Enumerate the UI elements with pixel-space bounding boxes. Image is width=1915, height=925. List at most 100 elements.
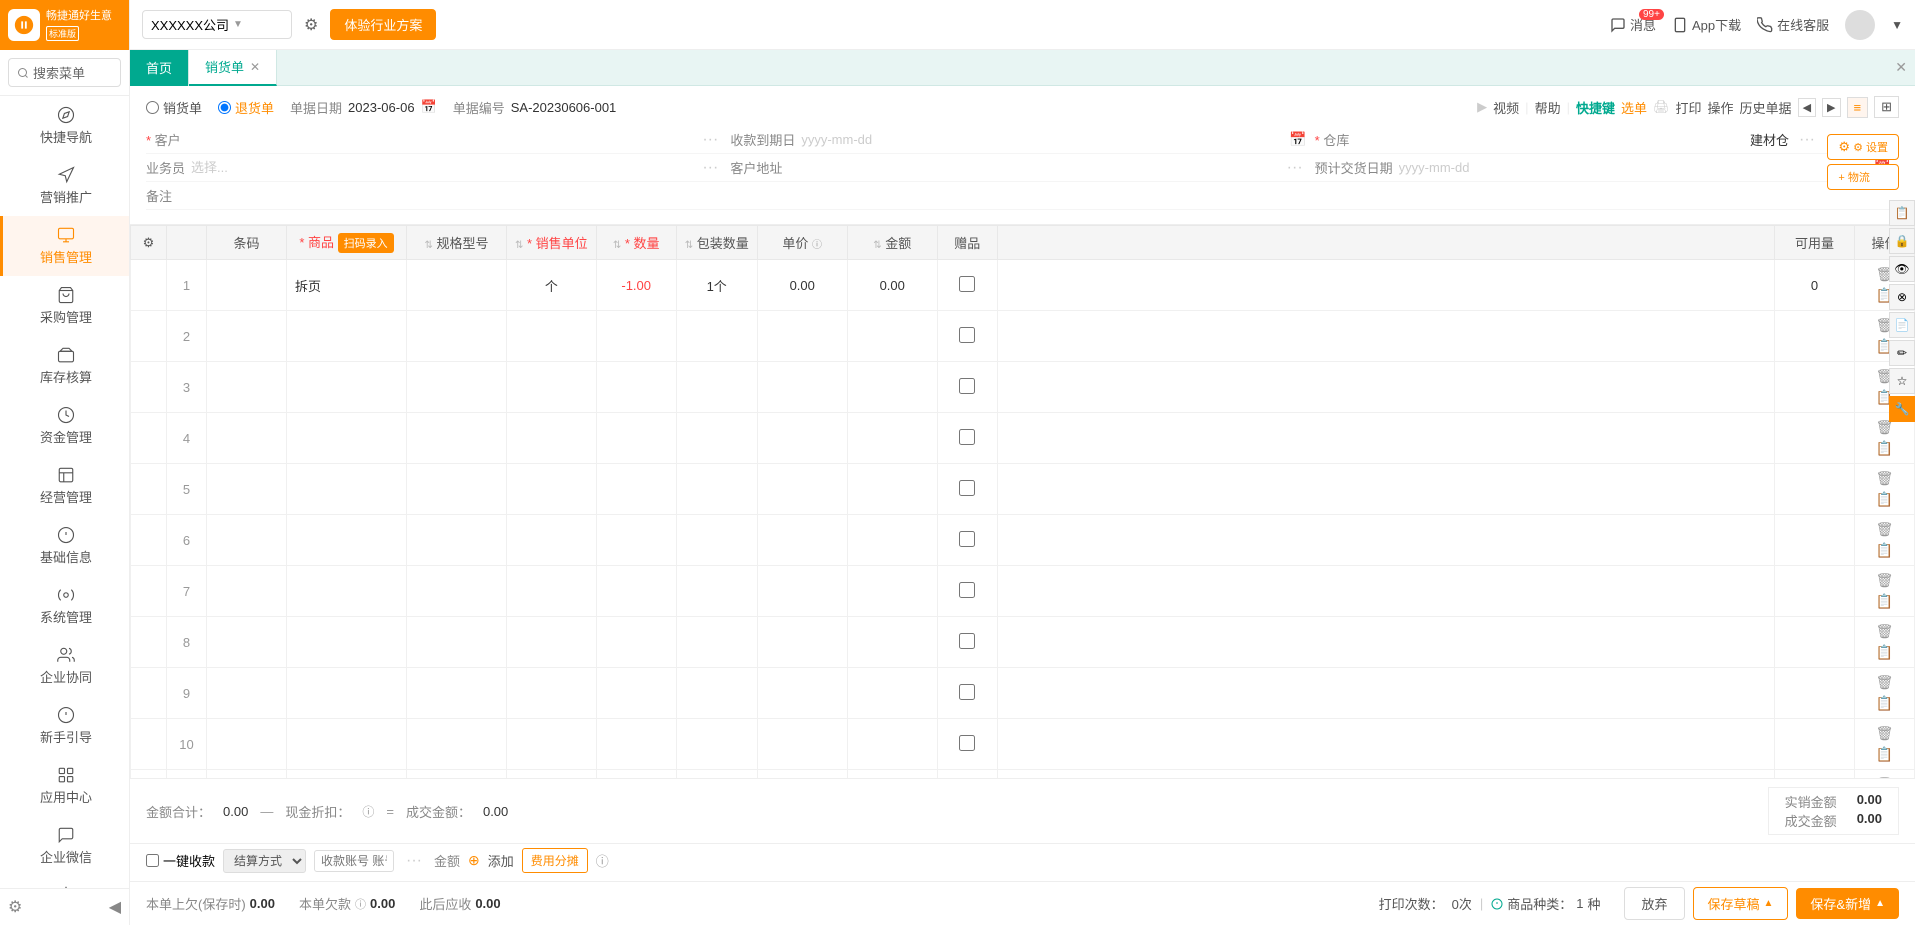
- row-goods-cell[interactable]: [287, 770, 407, 779]
- row-amount-cell[interactable]: 0.00: [847, 260, 937, 311]
- row-amount-cell[interactable]: [847, 311, 937, 362]
- sidebar-item-operations[interactable]: 经营管理: [0, 456, 129, 516]
- row-qty-cell[interactable]: [596, 362, 676, 413]
- sidebar-item-inventory[interactable]: 库存核算: [0, 336, 129, 396]
- row-unit-cell[interactable]: [507, 464, 597, 515]
- row-unit-cell[interactable]: [507, 413, 597, 464]
- salesperson-more-btn[interactable]: ···: [698, 159, 722, 177]
- abandon-btn[interactable]: 放弃: [1624, 887, 1684, 920]
- calendar-icon[interactable]: 📅: [421, 99, 437, 115]
- row-qty-cell[interactable]: [596, 311, 676, 362]
- row-gift-cell[interactable]: [937, 719, 997, 770]
- row-barcode-cell[interactable]: [207, 515, 287, 566]
- row-pkg-cell[interactable]: [676, 566, 757, 617]
- row-amount-cell[interactable]: [847, 719, 937, 770]
- row-goods-cell[interactable]: [287, 464, 407, 515]
- row-unit-cell[interactable]: [507, 719, 597, 770]
- row-amount-cell[interactable]: [847, 464, 937, 515]
- sidebar-settings-btn[interactable]: ⚙: [8, 897, 22, 917]
- warehouse-more-btn[interactable]: ···: [1795, 131, 1819, 149]
- row-barcode-cell[interactable]: [207, 566, 287, 617]
- row-qty-cell[interactable]: [596, 770, 676, 779]
- row-price-cell[interactable]: [757, 617, 847, 668]
- addr-more-btn[interactable]: ···: [1283, 159, 1307, 177]
- save-draft-btn[interactable]: 保存草稿 ▲: [1693, 887, 1789, 920]
- radio-sales-order[interactable]: 销货单: [146, 98, 202, 117]
- one-click-payment-checkbox[interactable]: 一键收款: [146, 851, 215, 870]
- row-delete-btn[interactable]: 🗑: [1874, 621, 1896, 642]
- row-price-cell[interactable]: [757, 770, 847, 779]
- account-more-btn[interactable]: ···: [402, 852, 426, 870]
- service-btn[interactable]: 在线客服: [1757, 15, 1829, 34]
- row-price-cell[interactable]: [757, 464, 847, 515]
- sidebar-item-app-center[interactable]: 应用中心: [0, 756, 129, 816]
- row-copy-btn[interactable]: 📋: [1874, 591, 1895, 612]
- row-price-cell[interactable]: [757, 362, 847, 413]
- expense-info-icon[interactable]: ⓘ: [596, 851, 609, 870]
- list-view-btn[interactable]: ≡: [1847, 97, 1869, 118]
- discount-info-icon[interactable]: ⓘ: [362, 803, 374, 820]
- right-panel-tool[interactable]: 🔧: [1889, 396, 1915, 422]
- trial-button[interactable]: 体验行业方案: [330, 9, 436, 40]
- row-goods-cell[interactable]: [287, 362, 407, 413]
- row-qty-cell[interactable]: [596, 719, 676, 770]
- row-pkg-cell[interactable]: 1个: [676, 260, 757, 311]
- close-panel-btn[interactable]: ✕: [1895, 59, 1907, 76]
- row-price-cell[interactable]: [757, 566, 847, 617]
- avatar[interactable]: [1845, 10, 1875, 40]
- row-price-cell[interactable]: 0.00: [757, 260, 847, 311]
- due-date-input[interactable]: [801, 132, 1283, 147]
- row-copy-btn[interactable]: 📋: [1874, 693, 1895, 714]
- row-gift-cell[interactable]: [937, 413, 997, 464]
- right-panel-star[interactable]: ☆: [1889, 368, 1915, 394]
- payment-method-select[interactable]: 结算方式: [223, 849, 306, 873]
- row-qty-cell[interactable]: [596, 515, 676, 566]
- row-amount-cell[interactable]: [847, 362, 937, 413]
- row-barcode-cell[interactable]: [207, 362, 287, 413]
- settings-btn[interactable]: ⚙ ⚙ 设置: [1827, 134, 1899, 160]
- sidebar-item-marketing[interactable]: 营销推广: [0, 156, 129, 216]
- sidebar-item-enterprise[interactable]: 企业协同: [0, 636, 129, 696]
- row-spec-cell[interactable]: [407, 770, 507, 779]
- row-goods-cell[interactable]: 拆页: [287, 260, 407, 311]
- row-pkg-cell[interactable]: [676, 311, 757, 362]
- row-barcode-cell[interactable]: [207, 668, 287, 719]
- warehouse-input[interactable]: [1355, 132, 1744, 147]
- row-unit-cell[interactable]: [507, 617, 597, 668]
- company-select[interactable]: XXXXXX公司 ▼: [142, 10, 292, 39]
- username[interactable]: ▼: [1891, 18, 1903, 32]
- row-gift-cell[interactable]: [937, 464, 997, 515]
- row-delete-btn[interactable]: 🗑: [1874, 672, 1896, 693]
- row-amount-cell[interactable]: [847, 668, 937, 719]
- row-price-cell[interactable]: [757, 668, 847, 719]
- tab-sales-order[interactable]: 销货单 ✕: [189, 50, 277, 86]
- expected-date-input[interactable]: [1399, 160, 1868, 175]
- row-amount-cell[interactable]: [847, 413, 937, 464]
- row-goods-cell[interactable]: [287, 413, 407, 464]
- row-qty-cell[interactable]: [596, 413, 676, 464]
- row-copy-btn[interactable]: 📋: [1874, 489, 1895, 510]
- sidebar-item-sales[interactable]: 销售管理: [0, 216, 129, 276]
- scan-btn[interactable]: 扫码录入: [338, 233, 394, 253]
- row-amount-cell[interactable]: [847, 566, 937, 617]
- sidebar-item-wechat[interactable]: 企业微信: [0, 816, 129, 876]
- col-settings[interactable]: ⚙: [131, 226, 167, 260]
- row-price-cell[interactable]: [757, 413, 847, 464]
- row-copy-btn[interactable]: 📋: [1874, 642, 1895, 663]
- sidebar-item-guide[interactable]: 新手引导: [0, 696, 129, 756]
- row-unit-cell[interactable]: [507, 311, 597, 362]
- row-spec-cell[interactable]: [407, 413, 507, 464]
- row-spec-cell[interactable]: [407, 362, 507, 413]
- row-gift-cell[interactable]: [937, 515, 997, 566]
- remark-input[interactable]: [178, 188, 1891, 203]
- row-gift-cell[interactable]: [937, 260, 997, 311]
- row-qty-cell[interactable]: [596, 566, 676, 617]
- row-pkg-cell[interactable]: [676, 719, 757, 770]
- row-delete-btn[interactable]: 🗑: [1874, 723, 1896, 744]
- search-menu-button[interactable]: 搜索菜单: [8, 58, 121, 87]
- row-qty-cell[interactable]: [596, 668, 676, 719]
- customer-more-btn[interactable]: ···: [698, 131, 722, 149]
- row-spec-cell[interactable]: [407, 719, 507, 770]
- row-barcode-cell[interactable]: [207, 311, 287, 362]
- sidebar-item-basics[interactable]: 基础信息: [0, 516, 129, 576]
